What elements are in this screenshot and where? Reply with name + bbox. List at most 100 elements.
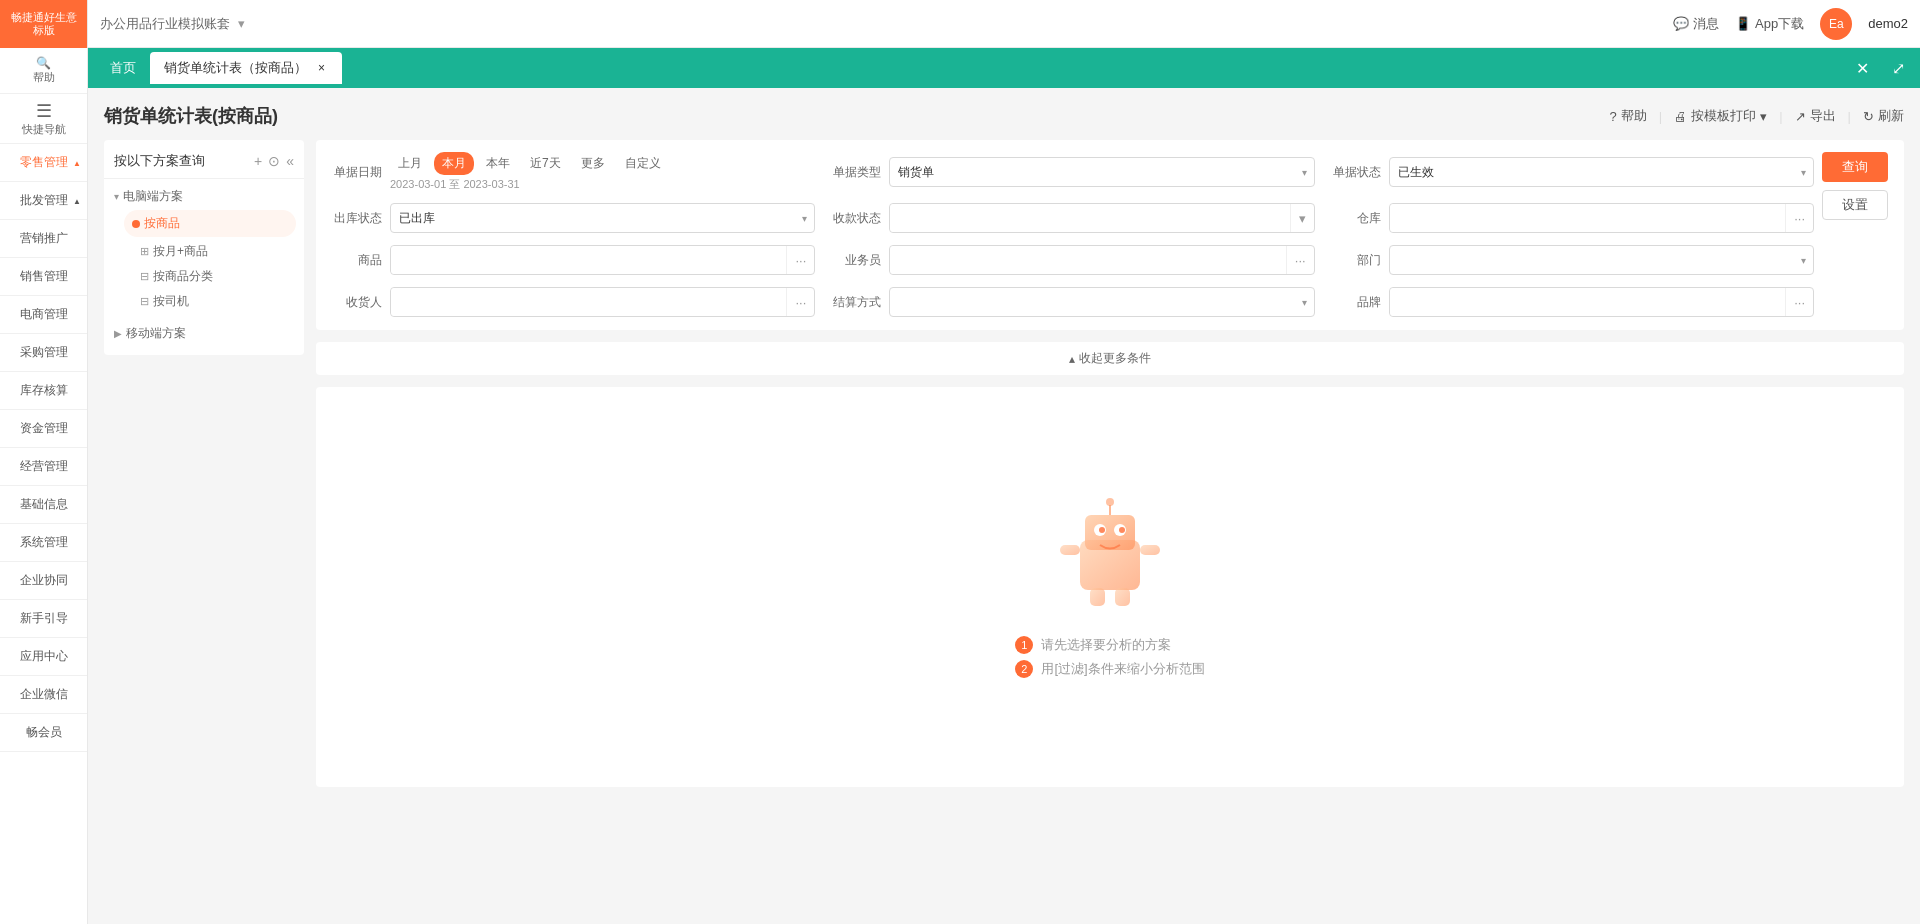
avatar[interactable]: Ea — [1820, 8, 1852, 40]
message-button[interactable]: 💬 消息 — [1673, 15, 1719, 33]
refresh-label: 刷新 — [1878, 107, 1904, 125]
window-maximize-button[interactable]: ⤢ — [1884, 54, 1912, 82]
sidebar-item-system[interactable]: 系统管理 — [0, 524, 87, 562]
sidebar-item-wechat[interactable]: 企业微信 — [0, 676, 87, 714]
sidebar-search[interactable]: 🔍 帮助 — [0, 48, 87, 94]
apps-label: 应用中心 — [20, 648, 68, 665]
print-button[interactable]: 🖨 按模板打印 ▾ — [1674, 107, 1767, 125]
search-icon: 🔍 — [6, 56, 81, 70]
mobile-group-arrow: ▶ — [114, 328, 122, 339]
sidebar-item-members[interactable]: 畅会员 — [0, 714, 87, 752]
refresh-button[interactable]: ↻ 刷新 — [1863, 107, 1904, 125]
date-tab-thismonth[interactable]: 本月 — [434, 152, 474, 175]
department-select[interactable] — [1389, 245, 1814, 275]
sidebar-item-newbie[interactable]: 新手引导 — [0, 600, 87, 638]
sidebar-item-retail[interactable]: 零售管理 — [0, 144, 87, 182]
filter-staff: 业务员 ··· — [831, 244, 1314, 276]
scheme-item-by-goods[interactable]: 按商品 — [124, 210, 296, 237]
tab-home[interactable]: 首页 — [96, 52, 150, 84]
brand-label: 品牌 — [1331, 294, 1381, 311]
sidebar-item-operations[interactable]: 经营管理 — [0, 448, 87, 486]
scheme-mobile-group-header[interactable]: ▶ 移动端方案 — [112, 320, 296, 347]
marketing-label: 营销推广 — [20, 230, 68, 247]
receiver-control: ··· — [390, 287, 815, 317]
sidebar-item-inventory[interactable]: 库存核算 — [0, 372, 87, 410]
warehouse-control: ··· — [1389, 203, 1814, 233]
page-header: 销货单统计表(按商品) ? 帮助 | 🖨 按模板打印 ▾ | ↗ 导出 | — [104, 104, 1904, 128]
message-label: 消息 — [1693, 15, 1719, 33]
finance-label: 资金管理 — [20, 420, 68, 437]
brand-dots[interactable]: ··· — [1785, 288, 1813, 316]
sub-item-label-2: 按商品分类 — [153, 268, 213, 285]
sidebar-item-enterprise[interactable]: 企业协同 — [0, 562, 87, 600]
logo-subtext: 标版 — [33, 24, 55, 37]
scheme-pc-group-header[interactable]: ▾ 电脑端方案 — [112, 185, 296, 208]
window-close-button[interactable]: ✕ — [1848, 54, 1876, 82]
tab-close-button[interactable]: × — [315, 61, 328, 75]
divider3: | — [1848, 109, 1851, 124]
scheme-collapse-button[interactable]: « — [286, 153, 294, 169]
doc-status-select[interactable]: 已生效 — [1389, 157, 1814, 187]
warehouse-input[interactable] — [1390, 204, 1786, 232]
receiver-dots[interactable]: ··· — [786, 288, 814, 316]
sidebar-item-marketing[interactable]: 营销推广 — [0, 220, 87, 258]
date-tab-7days[interactable]: 近7天 — [522, 152, 569, 175]
goods-dots[interactable]: ··· — [786, 246, 814, 274]
brand-input[interactable] — [1390, 288, 1786, 316]
empty-state: 1 请先选择要分析的方案 2 用[过滤]条件来缩小分析范围 — [316, 387, 1904, 787]
basic-label: 基础信息 — [20, 496, 68, 513]
scheme-sub-item-driver[interactable]: ⊟ 按司机 — [124, 289, 296, 314]
collapse-up-icon: ▴ — [1069, 352, 1075, 366]
doc-type-label: 单据类型 — [831, 164, 881, 181]
scheme-sub-item-category[interactable]: ⊟ 按商品分类 — [124, 264, 296, 289]
warehouse-dots[interactable]: ··· — [1785, 204, 1813, 232]
receipt-status-input[interactable] — [890, 204, 1289, 232]
receipt-status-dots[interactable]: ▾ — [1290, 204, 1314, 232]
svg-rect-6 — [1060, 545, 1080, 555]
sub-item-label-3: 按司机 — [153, 293, 189, 310]
sidebar-item-finance[interactable]: 资金管理 — [0, 410, 87, 448]
svg-point-11 — [1106, 498, 1114, 506]
out-status-select[interactable]: 已出库 — [390, 203, 815, 233]
staff-dots[interactable]: ··· — [1286, 246, 1314, 274]
topbar-right: 💬 消息 📱 App下载 Ea demo2 — [1673, 8, 1908, 40]
receiver-input[interactable] — [391, 288, 786, 316]
quick-nav[interactable]: ☰ 快捷导航 — [0, 94, 87, 144]
filter-goods: 商品 ··· — [332, 244, 815, 276]
sidebar-item-sales[interactable]: 销售管理 — [0, 258, 87, 296]
help-button[interactable]: ? 帮助 — [1610, 107, 1647, 125]
scheme-sub-item-month-goods[interactable]: ⊞ 按月+商品 — [124, 239, 296, 264]
date-tab-lastmonth[interactable]: 上月 — [390, 152, 430, 175]
sidebar-item-ecommerce[interactable]: 电商管理 — [0, 296, 87, 334]
tab-sales-stat[interactable]: 销货单统计表（按商品） × — [150, 52, 342, 84]
date-tab-custom[interactable]: 自定义 — [617, 152, 669, 175]
app-icon: 📱 — [1735, 16, 1751, 31]
date-tab-thisyear[interactable]: 本年 — [478, 152, 518, 175]
sidebar-item-purchase[interactable]: 采购管理 — [0, 334, 87, 372]
export-button[interactable]: ↗ 导出 — [1795, 107, 1836, 125]
date-tab-more[interactable]: 更多 — [573, 152, 613, 175]
scheme-edit-button[interactable]: ⊙ — [268, 153, 280, 169]
settlement-select[interactable] — [889, 287, 1314, 317]
retail-label: 零售管理 — [20, 154, 68, 171]
out-status-control: 已出库 ▾ — [390, 203, 815, 233]
collapse-label: 收起更多条件 — [1079, 350, 1151, 367]
query-button[interactable]: 查询 — [1822, 152, 1888, 182]
collapse-bar[interactable]: ▴ 收起更多条件 — [316, 342, 1904, 375]
staff-input[interactable] — [890, 246, 1285, 274]
settings-button[interactable]: 设置 — [1822, 190, 1888, 220]
wholesale-label: 批发管理 — [20, 192, 68, 209]
sidebar-item-basic[interactable]: 基础信息 — [0, 486, 87, 524]
doc-type-select[interactable]: 销货单 — [889, 157, 1314, 187]
username[interactable]: demo2 — [1868, 16, 1908, 31]
goods-input[interactable] — [391, 246, 786, 274]
system-label: 系统管理 — [20, 534, 68, 551]
pc-group-arrow: ▾ — [114, 191, 119, 202]
sidebar-item-wholesale[interactable]: 批发管理 — [0, 182, 87, 220]
scheme-mobile-section: ▶ 移动端方案 — [104, 320, 304, 347]
scheme-add-button[interactable]: + — [254, 153, 262, 169]
app-download-button[interactable]: 📱 App下载 — [1735, 15, 1804, 33]
industry-dropdown-icon[interactable]: ▾ — [238, 16, 245, 31]
print-icon: 🖨 — [1674, 109, 1687, 124]
sidebar-item-apps[interactable]: 应用中心 — [0, 638, 87, 676]
